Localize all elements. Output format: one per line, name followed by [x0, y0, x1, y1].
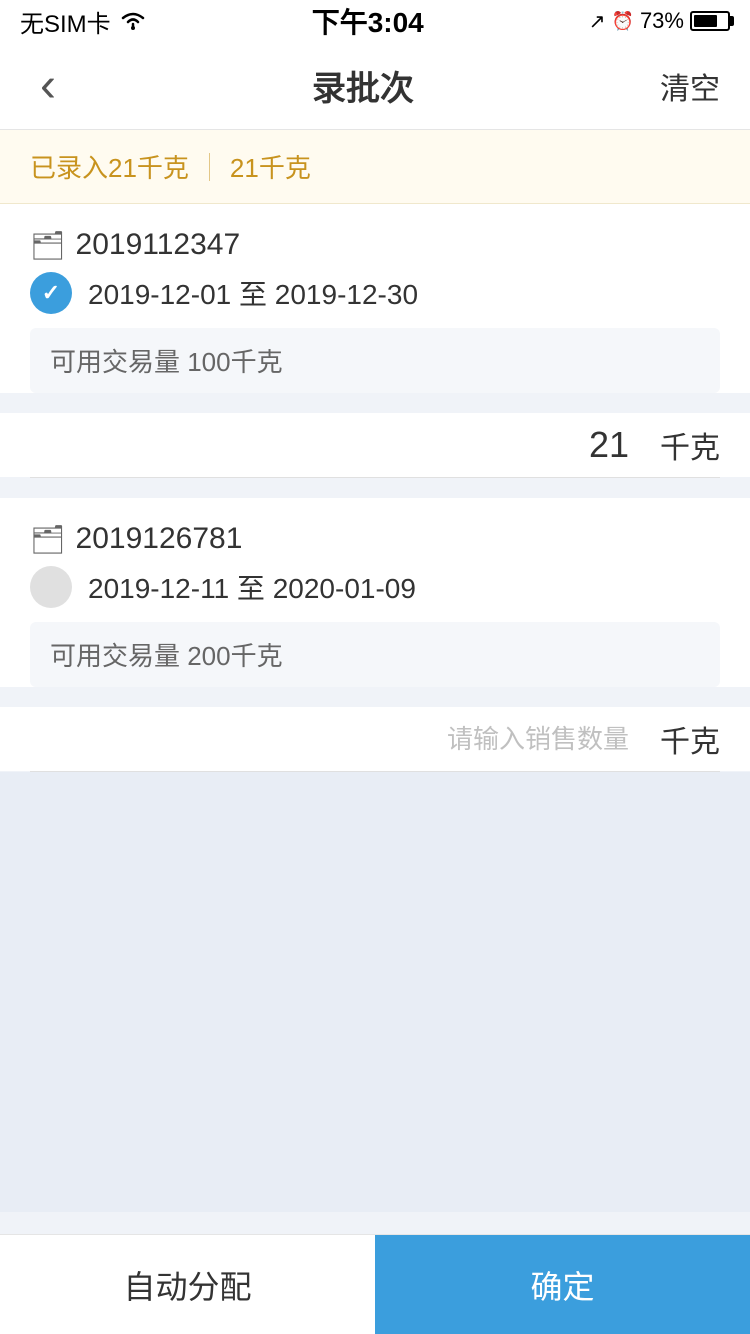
quantity-input-1[interactable] — [524, 424, 644, 466]
batch-date-row-2[interactable]: ✓ 2019-12-11 至 2020-01-09 — [30, 566, 720, 608]
info-label: 已录入21千克 — [30, 148, 189, 185]
radio-unchecked-2[interactable]: ✓ — [30, 566, 72, 608]
quantity-input-2[interactable] — [364, 723, 644, 755]
alarm-icon: ⏰ — [612, 11, 634, 32]
location-icon: ↗ — [589, 9, 606, 34]
bottom-bar: 自动分配 确定 — [0, 1234, 750, 1334]
section-divider — [0, 478, 750, 498]
confirm-button[interactable]: 确定 — [375, 1235, 750, 1334]
batch-header-1: 🗂 2019112347 — [30, 228, 720, 262]
info-divider — [209, 153, 210, 181]
available-row-1: 可用交易量 100千克 — [30, 328, 720, 393]
info-value: 21千克 — [230, 148, 311, 185]
quantity-unit-2: 千克 — [660, 717, 720, 761]
batch-card-2: 🗂 2019126781 ✓ 2019-12-11 至 2020-01-09 可… — [0, 498, 750, 687]
nav-bar: ‹ 录批次 清空 — [0, 42, 750, 130]
batch-header-2: 🗂 2019126781 — [30, 522, 720, 556]
back-button[interactable]: ‹ — [30, 48, 66, 123]
batch-date-1: 2019-12-01 至 2019-12-30 — [88, 273, 418, 313]
quantity-unit-1: 千克 — [660, 423, 720, 467]
quantity-row-1: 千克 — [0, 413, 750, 477]
batch-id-2: 2019126781 — [76, 522, 243, 556]
batch-id-icon-2: 🗂 — [30, 523, 66, 556]
checkmark-1: ✓ — [42, 280, 60, 306]
batch-card-1: 🗂 2019112347 ✓ 2019-12-01 至 2019-12-30 可… — [0, 204, 750, 393]
batch-date-2: 2019-12-11 至 2020-01-09 — [88, 567, 416, 607]
bottom-empty — [0, 772, 750, 1212]
wifi-icon — [119, 11, 147, 31]
page-title: 录批次 — [312, 61, 414, 110]
info-banner: 已录入21千克 21千克 — [0, 130, 750, 204]
batch-id-icon-1: 🗂 — [30, 229, 66, 262]
status-bar: 无SIM卡 下午3:04 ↗ ⏰ 73% — [0, 0, 750, 42]
battery-icon — [690, 11, 730, 31]
status-left: 无SIM卡 — [20, 4, 147, 39]
status-time: 下午3:04 — [312, 1, 424, 41]
status-right: ↗ ⏰ 73% — [589, 8, 730, 34]
battery-percent: 73% — [640, 8, 684, 34]
auto-assign-button[interactable]: 自动分配 — [0, 1235, 375, 1334]
clear-button[interactable]: 清空 — [660, 64, 720, 108]
radio-checked-1[interactable]: ✓ — [30, 272, 72, 314]
quantity-row-2: 千克 — [0, 707, 750, 771]
carrier-label: 无SIM卡 — [20, 4, 111, 39]
batch-date-row-1[interactable]: ✓ 2019-12-01 至 2019-12-30 — [30, 272, 720, 314]
available-row-2: 可用交易量 200千克 — [30, 622, 720, 687]
batch-id-1: 2019112347 — [76, 228, 241, 262]
